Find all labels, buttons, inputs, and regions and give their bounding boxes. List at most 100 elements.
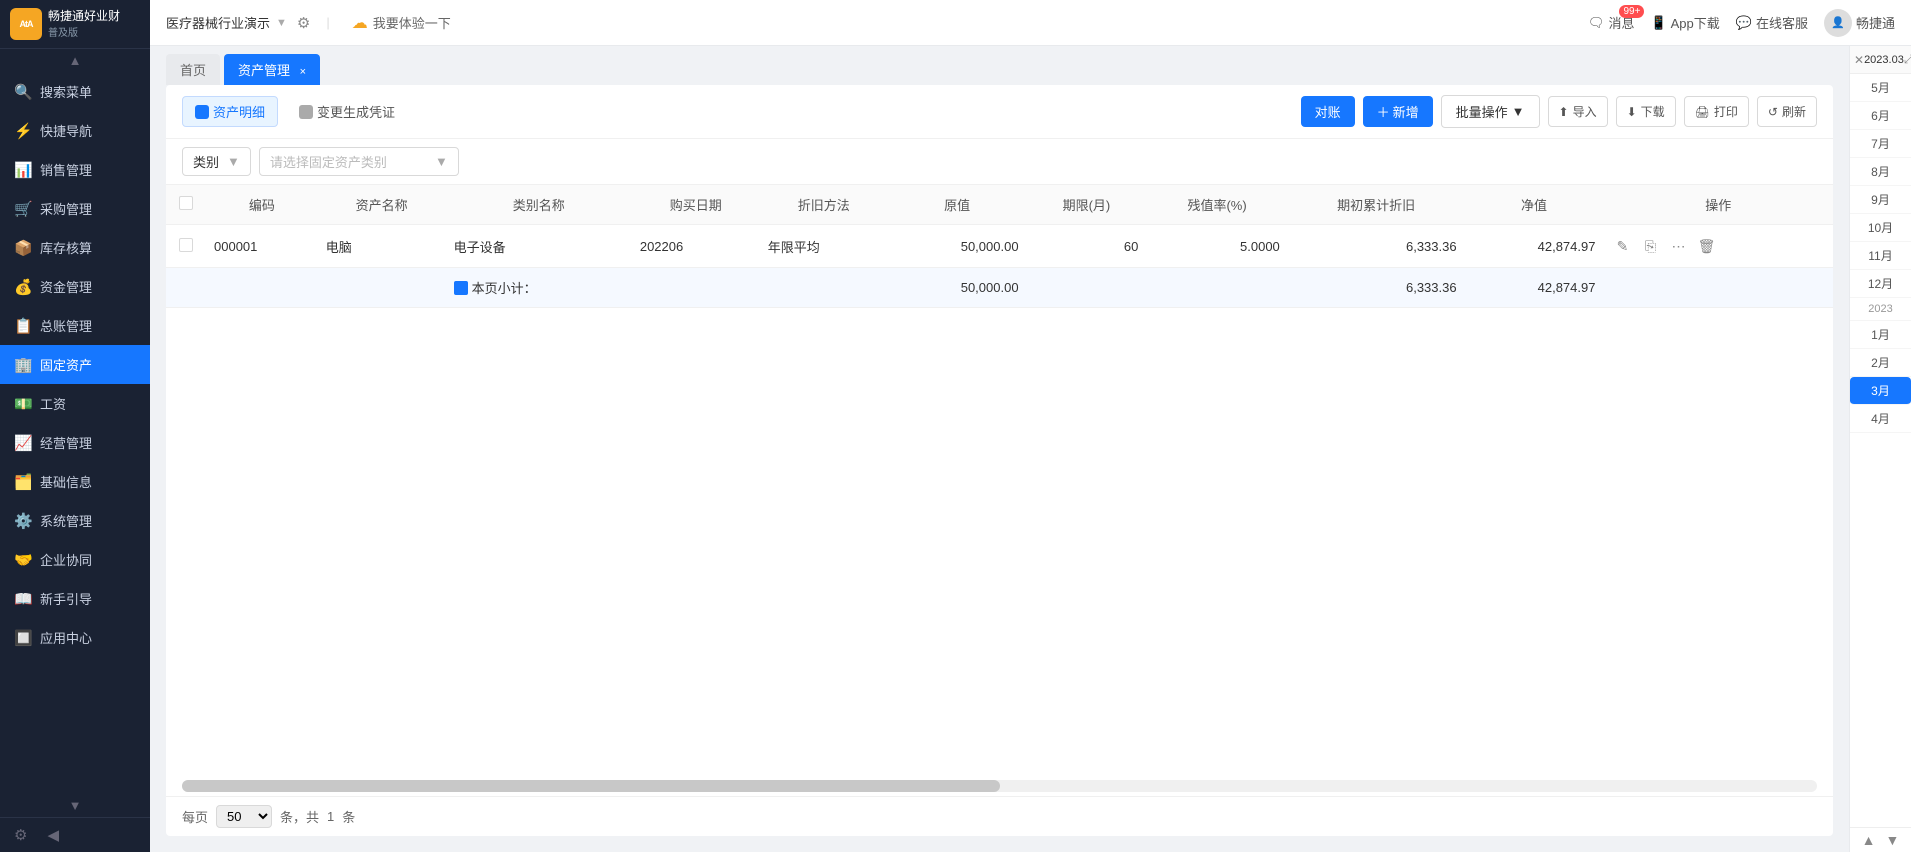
sidebar-item-guide[interactable]: 📖 新手引导 [0,579,150,618]
duizhang-button[interactable]: 对账 [1301,96,1355,127]
topbar-divider: | [326,15,329,30]
tab-asset-label: 资产管理 [238,63,290,78]
company-selector[interactable]: 医疗器械行业演示 ▼ [166,13,287,32]
delete-button[interactable]: 🗑 [1695,235,1717,257]
sidebar-item-search[interactable]: 🔍 搜索菜单 [0,72,150,111]
sidebar-item-sales[interactable]: 📊 销售管理 [0,150,150,189]
calendar-month-12[interactable]: 12月 [1850,270,1911,298]
sidebar-item-fixed-assets[interactable]: 🏢 固定资产 [0,345,150,384]
calendar-month-5[interactable]: 5月 [1850,74,1911,102]
import-button[interactable]: ⬆ 导入 [1548,96,1608,127]
calendar-header: ✕ 2023.03 ⤢ [1850,46,1911,74]
sidebar-scroll-down[interactable]: ▼ [0,794,150,817]
row-checkbox[interactable] [179,238,193,252]
tab-home[interactable]: 首页 [166,54,220,85]
user-button[interactable]: 👤 畅捷通 [1824,9,1895,37]
cell-depreciation-method: 年限平均 [760,225,888,268]
calendar-month-4[interactable]: 4月 [1850,405,1911,433]
purchase-icon: 🛒 [14,200,32,218]
category-filter-dropdown-icon: ▼ [227,154,240,169]
calendar-close-button[interactable]: ✕ [1854,53,1864,67]
sub-tab-generate-voucher[interactable]: 变更生成凭证 [286,96,408,127]
row-checkbox-cell [166,225,206,268]
page-size-select[interactable]: 50 100 [216,805,272,828]
cell-category: 电子设备 [446,225,632,268]
customer-service-button[interactable]: 💬 在线客服 [1736,13,1808,32]
refresh-button[interactable]: ↺ 刷新 [1757,96,1817,127]
header-checkbox-col [166,185,206,225]
sidebar-item-basic-info[interactable]: 🗂️ 基础信息 [0,462,150,501]
category-filter-input[interactable]: 请选择固定资产类别 ▼ [259,147,459,176]
calendar-down-button[interactable]: ▼ [1886,832,1900,848]
sidebar-item-inventory[interactable]: 📦 库存核算 [0,228,150,267]
calendar-month-2[interactable]: 2月 [1850,349,1911,377]
collab-icon: 🤝 [14,551,32,569]
more-button[interactable]: ⋯ [1667,235,1689,257]
message-badge: 99+ [1619,5,1644,18]
generate-voucher-icon [299,105,313,119]
new-button[interactable]: ＋ 新增 [1363,96,1433,127]
calendar-month-9[interactable]: 9月 [1850,186,1911,214]
print-button[interactable]: 🖨 打印 [1684,96,1749,127]
app-logo-icon: AtA [10,8,42,40]
tab-asset-management[interactable]: 资产管理 × [224,54,320,85]
sidebar-scroll-up[interactable]: ▲ [0,49,150,72]
sidebar-item-system[interactable]: ⚙️ 系统管理 [0,501,150,540]
download-icon: ⬇ [1627,105,1637,119]
calendar-month-8[interactable]: 8月 [1850,158,1911,186]
collapse-icon[interactable]: ◀ [47,826,59,844]
sidebar-item-ledger[interactable]: 📋 总账管理 [0,306,150,345]
basic-info-icon: 🗂️ [14,473,32,491]
col-net-value: 净值 [1465,185,1604,225]
new-plus-icon: ＋ [1377,102,1390,121]
batch-button[interactable]: 批量操作 ▼ [1441,95,1540,128]
calendar-month-3[interactable]: 3月 [1850,377,1911,405]
sidebar-item-finance[interactable]: 💰 资金管理 [0,267,150,306]
subtotal-empty-residual [1146,268,1287,308]
asset-table-wrap: 编码 资产名称 类别名称 购买日期 折旧方法 原值 期限(月) 残值率(%) 期… [166,185,1833,776]
tab-close-icon[interactable]: × [300,66,306,78]
topbar-gear-icon[interactable]: ⚙ [297,14,310,32]
scrollbar-thumb [182,780,1000,792]
print-icon: 🖨 [1695,105,1710,119]
sidebar-item-app-center[interactable]: 🔲 应用中心 [0,618,150,657]
experience-button[interactable]: ☁ 我要体验一下 [352,13,451,33]
sidebar-item-collab[interactable]: 🤝 企业协同 [0,540,150,579]
topbar: 医疗器械行业演示 ▼ ⚙ | ☁ 我要体验一下 🗨 消息 99+ 📱 App下载… [150,0,1911,46]
sidebar-bottom: ⚙ ◀ [0,817,150,852]
calendar-month-10[interactable]: 10月 [1850,214,1911,242]
calendar-year-month: 2023.03 [1864,54,1904,66]
tab-home-label: 首页 [180,63,206,78]
fixed-assets-icon: 🏢 [14,356,32,374]
tab-bar: 首页 资产管理 × [150,46,1849,85]
sidebar-item-purchase[interactable]: 🛒 采购管理 [0,189,150,228]
sidebar-item-quicknav[interactable]: ⚡ 快捷导航 [0,111,150,150]
subtotal-empty-date [632,268,760,308]
app-center-icon: 🔲 [14,629,32,647]
calendar-up-button[interactable]: ▲ [1862,832,1876,848]
calendar-panel: ✕ 2023.03 ⤢ 5月 6月 7月 8月 9月 10月 11月 12月 2… [1849,46,1911,852]
sub-tab-asset-detail[interactable]: 资产明细 [182,96,278,127]
sidebar-item-management[interactable]: 📈 经营管理 [0,423,150,462]
message-button[interactable]: 🗨 消息 99+ [1588,13,1635,32]
category-filter-placeholder: 请选择固定资产类别 [270,152,387,171]
calendar-month-7[interactable]: 7月 [1850,130,1911,158]
calendar-month-1[interactable]: 1月 [1850,321,1911,349]
salary-icon: 💵 [14,395,32,413]
row-actions: ✎ ⎘ ⋯ 🗑 [1611,235,1825,257]
copy-button[interactable]: ⎘ [1639,235,1661,257]
sidebar-item-salary[interactable]: 💵 工资 [0,384,150,423]
app-download-button[interactable]: 📱 App下载 [1650,13,1719,32]
settings-icon[interactable]: ⚙ [14,826,27,844]
calendar-month-11[interactable]: 11月 [1850,242,1911,270]
calendar-expand-button[interactable]: ⤢ [1904,52,1911,67]
page-toolbar: 资产明细 变更生成凭证 对账 ＋ 新增 批量操作 [166,85,1833,139]
edit-button[interactable]: ✎ [1611,235,1633,257]
header-checkbox[interactable] [179,196,193,210]
horizontal-scrollbar[interactable] [182,780,1817,792]
sidebar-nav: 🔍 搜索菜单 ⚡ 快捷导航 📊 销售管理 🛒 采购管理 📦 库存核算 💰 资金管… [0,72,150,794]
calendar-month-6[interactable]: 6月 [1850,102,1911,130]
category-filter-select[interactable]: 类别 ▼ [182,147,251,176]
col-category: 类别名称 [446,185,632,225]
download-button[interactable]: ⬇ 下载 [1616,96,1676,127]
